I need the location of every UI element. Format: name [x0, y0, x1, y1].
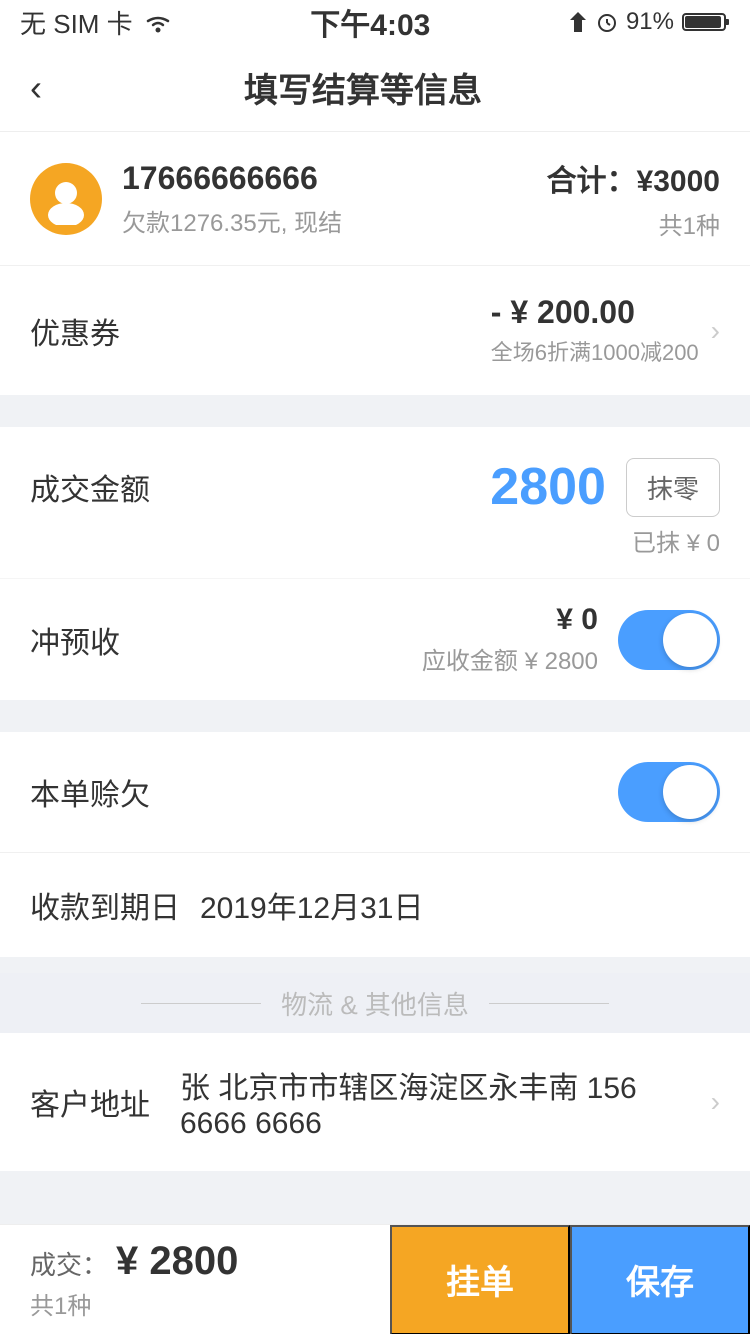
- round-button[interactable]: 抹零: [626, 458, 720, 517]
- logistics-line-left: [141, 1003, 261, 1004]
- logistics-line-right: [489, 1003, 609, 1004]
- sim-status: 无 SIM 卡: [20, 4, 133, 41]
- customer-debt: 欠款1276.35元, 现结: [122, 203, 342, 238]
- location-icon: [568, 10, 588, 34]
- status-left: 无 SIM 卡: [20, 4, 173, 41]
- coupon-description: 全场6折满1000减200: [491, 335, 699, 367]
- nav-bar: ‹ 填写结算等信息: [0, 44, 750, 132]
- total-amount: 合计：¥3000: [547, 156, 720, 200]
- amount-section: 成交金额 2800 抹零 已抹 ¥ 0 冲预收 ¥ 0 应收金额 ¥ 2800: [0, 427, 750, 700]
- toggle-knob: [663, 613, 717, 667]
- bottom-amount: ¥ 2800: [116, 1239, 238, 1284]
- duedate-section: 收款到期日 2019年12月31日: [0, 852, 750, 957]
- address-label: 客户地址: [30, 1080, 150, 1124]
- customer-left: 17666666666 欠款1276.35元, 现结: [30, 160, 342, 238]
- coupon-info: - ¥ 200.00 全场6折满1000减200: [491, 294, 699, 367]
- customer-row: 17666666666 欠款1276.35元, 现结 合计：¥3000 共1种: [0, 132, 750, 265]
- amount-value: 2800: [490, 457, 606, 517]
- customer-phone: 17666666666: [122, 160, 342, 197]
- precollect-value: ¥ 0: [422, 603, 598, 637]
- writeoff-toggle[interactable]: [618, 762, 720, 822]
- avatar: [30, 163, 102, 235]
- battery-text: 91%: [626, 8, 674, 36]
- status-time: 下午4:03: [310, 0, 430, 44]
- customer-section: 17666666666 欠款1276.35元, 现结 合计：¥3000 共1种 …: [0, 132, 750, 395]
- amount-row: 成交金额 2800 抹零: [0, 427, 750, 517]
- coupon-row[interactable]: 优惠券 - ¥ 200.00 全场6折满1000减200 ›: [0, 265, 750, 395]
- address-arrow-icon: ›: [711, 1086, 720, 1118]
- logistics-divider: 物流 & 其他信息: [0, 973, 750, 1033]
- status-bar: 无 SIM 卡 下午4:03 91%: [0, 0, 750, 44]
- coupon-arrow-icon: ›: [711, 315, 720, 347]
- address-row[interactable]: 客户地址 张 北京市市辖区海淀区永丰南 156 6666 6666 ›: [0, 1033, 750, 1171]
- suspend-button[interactable]: 挂单: [390, 1225, 570, 1334]
- duedate-value: 2019年12月31日: [200, 883, 423, 927]
- section-divider-2: [0, 700, 750, 716]
- bottom-bar: 成交： ¥ 2800 共1种 挂单 保存: [0, 1224, 750, 1334]
- back-button[interactable]: ‹: [30, 67, 42, 109]
- save-button[interactable]: 保存: [570, 1225, 750, 1334]
- duedate-label: 收款到期日: [30, 883, 180, 927]
- alarm-icon: [596, 11, 618, 33]
- status-right: 91%: [568, 8, 730, 36]
- bottom-count: 共1种: [30, 1286, 360, 1321]
- amount-sub: 已抹 ¥ 0: [0, 517, 750, 578]
- bottom-deal-label: 成交：: [30, 1245, 108, 1282]
- precollect-right: ¥ 0 应收金额 ¥ 2800: [422, 603, 720, 676]
- total-count: 共1种: [547, 206, 720, 241]
- precollect-row: 冲预收 ¥ 0 应收金额 ¥ 2800: [0, 578, 750, 700]
- logistics-text: 物流 & 其他信息: [141, 985, 609, 1022]
- writeoff-section: 本单赊欠: [0, 732, 750, 852]
- page-title: 填写结算等信息: [62, 63, 664, 112]
- coupon-right: - ¥ 200.00 全场6折满1000减200 ›: [491, 294, 720, 367]
- section-divider-1: [0, 411, 750, 427]
- writeoff-label: 本单赊欠: [30, 770, 150, 814]
- precollect-receivable: 应收金额 ¥ 2800: [422, 641, 598, 676]
- coupon-discount: - ¥ 200.00: [491, 294, 699, 331]
- wifi-icon: [143, 11, 173, 33]
- precollect-label: 冲预收: [30, 618, 120, 662]
- logistics-label: 物流 & 其他信息: [281, 985, 469, 1022]
- customer-total: 合计：¥3000 共1种: [547, 156, 720, 241]
- duedate-row: 收款到期日 2019年12月31日: [0, 853, 750, 957]
- coupon-label: 优惠券: [30, 309, 120, 353]
- address-section: 客户地址 张 北京市市辖区海淀区永丰南 156 6666 6666 ›: [0, 1033, 750, 1171]
- precollect-amount: ¥ 0 应收金额 ¥ 2800: [422, 603, 598, 676]
- amount-label: 成交金额: [30, 465, 150, 509]
- amount-right: 2800 抹零: [490, 457, 720, 517]
- precollect-toggle[interactable]: [618, 610, 720, 670]
- address-value: 张 北京市市辖区海淀区永丰南 156 6666 6666: [180, 1063, 711, 1141]
- user-avatar-icon: [40, 173, 92, 225]
- writeoff-toggle-knob: [663, 765, 717, 819]
- battery-icon: [682, 10, 730, 34]
- customer-info: 17666666666 欠款1276.35元, 现结: [122, 160, 342, 238]
- bottom-summary: 成交： ¥ 2800 共1种: [0, 1239, 390, 1321]
